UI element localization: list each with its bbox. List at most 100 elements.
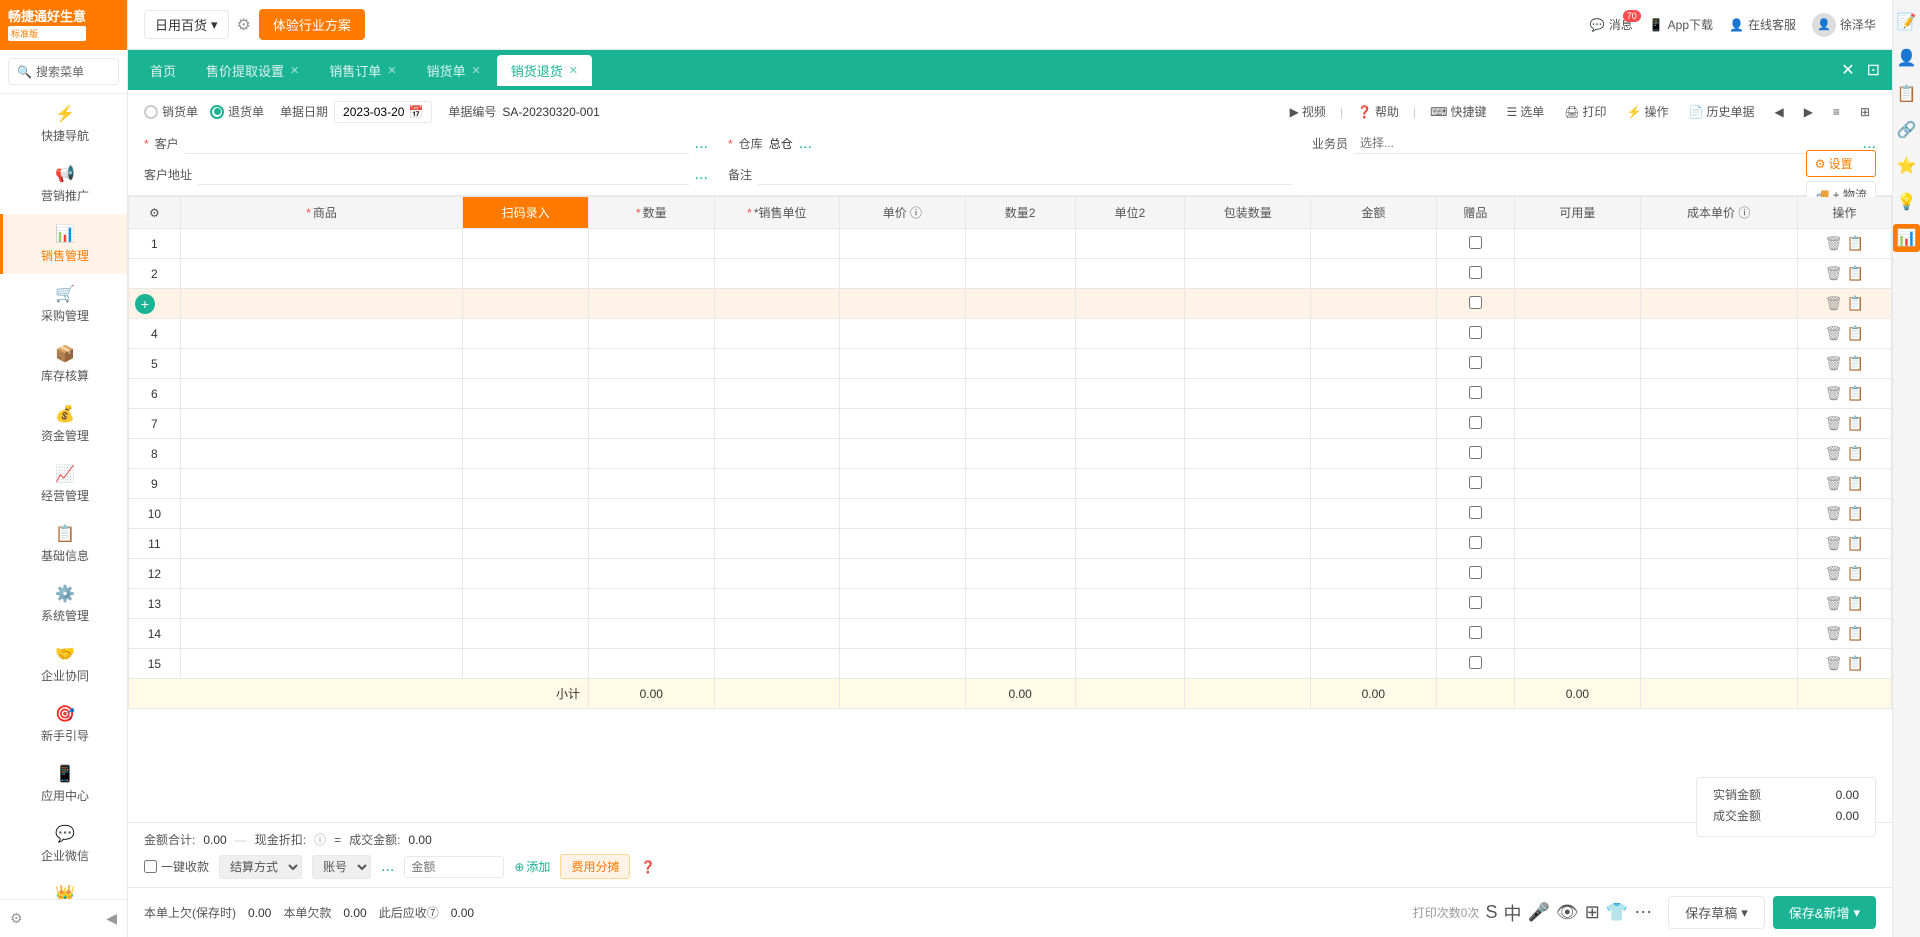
- gift-cell[interactable]: [1436, 559, 1514, 589]
- product-cell[interactable]: [180, 229, 463, 259]
- help-btn[interactable]: ❓ 帮助: [1351, 100, 1405, 123]
- qty2-cell[interactable]: [965, 379, 1075, 409]
- price-cell[interactable]: [840, 469, 966, 499]
- amount-cell[interactable]: [1311, 409, 1437, 439]
- delete-icon[interactable]: 🗑: [1825, 265, 1843, 282]
- pack-qty-cell[interactable]: [1185, 409, 1311, 439]
- sidebar-settings-button[interactable]: ⚙: [10, 910, 23, 927]
- pack-qty-cell[interactable]: [1185, 439, 1311, 469]
- pack-qty-cell[interactable]: [1185, 619, 1311, 649]
- industry-dropdown[interactable]: 日用百货 ▾: [144, 10, 229, 39]
- amount-cell[interactable]: [1311, 259, 1437, 289]
- delete-icon[interactable]: 🗑: [1825, 505, 1843, 522]
- copy-icon[interactable]: 📋: [1847, 565, 1864, 582]
- warehouse-picker-icon[interactable]: ...: [799, 135, 812, 153]
- qty2-cell[interactable]: [965, 229, 1075, 259]
- unit2-cell[interactable]: [1075, 409, 1185, 439]
- unit2-cell[interactable]: [1075, 589, 1185, 619]
- amount-cell[interactable]: [1311, 319, 1437, 349]
- delete-icon[interactable]: 🗑: [1825, 655, 1843, 672]
- gift-checkbox[interactable]: [1469, 566, 1482, 579]
- pack-qty-cell[interactable]: [1185, 319, 1311, 349]
- gift-checkbox[interactable]: [1469, 386, 1482, 399]
- tab-sales-order[interactable]: 销售订单 ✕: [315, 55, 410, 86]
- product-cell[interactable]: [180, 559, 463, 589]
- radio-sale[interactable]: 销货单: [144, 103, 198, 120]
- gift-checkbox[interactable]: [1469, 506, 1482, 519]
- qty-cell[interactable]: [588, 349, 714, 379]
- topbar-settings-icon[interactable]: ⚙: [237, 15, 251, 35]
- fee-help-icon[interactable]: ❓: [640, 860, 655, 874]
- date-picker[interactable]: 2023-03-20 📅: [334, 101, 432, 123]
- qty2-cell[interactable]: [965, 499, 1075, 529]
- copy-icon[interactable]: 📋: [1847, 235, 1864, 252]
- qty2-cell[interactable]: [965, 439, 1075, 469]
- copy-icon[interactable]: 📋: [1847, 295, 1864, 312]
- amount-cell[interactable]: [1311, 439, 1437, 469]
- product-cell[interactable]: [180, 439, 463, 469]
- unit-cell[interactable]: [714, 469, 840, 499]
- delete-icon[interactable]: 🗑: [1825, 475, 1843, 492]
- amount-cell[interactable]: [1311, 469, 1437, 499]
- qty-cell[interactable]: [588, 289, 714, 319]
- product-cell[interactable]: [180, 409, 463, 439]
- list-view-btn[interactable]: ≡: [1827, 102, 1846, 122]
- delete-icon[interactable]: 🗑: [1825, 355, 1843, 372]
- delete-icon[interactable]: 🗑: [1825, 235, 1843, 252]
- tab-sales-return-close-icon[interactable]: ✕: [569, 64, 578, 77]
- qty-cell[interactable]: [588, 649, 714, 679]
- price-cell[interactable]: [840, 589, 966, 619]
- tab-price-setting[interactable]: 售价提取设置 ✕: [192, 55, 313, 86]
- product-cell[interactable]: [180, 469, 463, 499]
- price-cell[interactable]: [840, 499, 966, 529]
- fee-split-button[interactable]: 费用分摊: [560, 854, 630, 879]
- unit2-cell[interactable]: [1075, 259, 1185, 289]
- copy-icon[interactable]: 📋: [1847, 385, 1864, 402]
- qty-cell[interactable]: [588, 469, 714, 499]
- amount-cell[interactable]: [1311, 349, 1437, 379]
- panel-icon-3[interactable]: 📋: [1893, 80, 1920, 108]
- gift-cell[interactable]: [1436, 619, 1514, 649]
- price-cell[interactable]: [840, 559, 966, 589]
- pack-qty-cell[interactable]: [1185, 589, 1311, 619]
- qty-cell[interactable]: [588, 529, 714, 559]
- one-pay-check[interactable]: [144, 860, 157, 873]
- qty-cell[interactable]: [588, 229, 714, 259]
- price-cell[interactable]: [840, 259, 966, 289]
- grid-icon[interactable]: ⊞: [1585, 902, 1600, 923]
- product-cell[interactable]: [180, 319, 463, 349]
- qty-cell[interactable]: [588, 409, 714, 439]
- search-menu-button[interactable]: 🔍 搜索菜单: [8, 58, 119, 85]
- tab-sales-return[interactable]: 销货退货 ✕: [497, 55, 592, 86]
- qty2-cell[interactable]: [965, 649, 1075, 679]
- product-cell[interactable]: [180, 259, 463, 289]
- unit-cell[interactable]: [714, 529, 840, 559]
- close-tab-button[interactable]: ✕: [1837, 58, 1858, 82]
- price-cell[interactable]: [840, 349, 966, 379]
- pack-qty-cell[interactable]: [1185, 499, 1311, 529]
- sidebar-item-system[interactable]: ⚙️ 系统管理: [0, 574, 127, 634]
- print-btn[interactable]: 🖨 打印: [1558, 100, 1612, 123]
- gift-cell[interactable]: [1436, 439, 1514, 469]
- amount-cell[interactable]: [1311, 529, 1437, 559]
- add-row-button[interactable]: +: [135, 294, 155, 314]
- price-cell[interactable]: [840, 289, 966, 319]
- qty2-cell[interactable]: [965, 589, 1075, 619]
- qty2-cell[interactable]: [965, 319, 1075, 349]
- delete-icon[interactable]: 🗑: [1825, 595, 1843, 612]
- delete-icon[interactable]: 🗑: [1825, 625, 1843, 642]
- qty2-cell[interactable]: [965, 619, 1075, 649]
- sidebar-item-sales[interactable]: 📊 销售管理: [0, 214, 127, 274]
- unit-cell[interactable]: [714, 259, 840, 289]
- gift-cell[interactable]: [1436, 409, 1514, 439]
- amount-cell[interactable]: [1311, 559, 1437, 589]
- unit2-cell[interactable]: [1075, 619, 1185, 649]
- pack-qty-cell[interactable]: [1185, 529, 1311, 559]
- sidebar-item-operations[interactable]: 📈 经营管理: [0, 454, 127, 514]
- maximize-tab-button[interactable]: ⊡: [1863, 58, 1884, 82]
- qty-cell[interactable]: [588, 319, 714, 349]
- copy-icon[interactable]: 📋: [1847, 475, 1864, 492]
- sidebar-item-purchase[interactable]: 🛒 采购管理: [0, 274, 127, 334]
- unit-cell[interactable]: [714, 319, 840, 349]
- product-cell[interactable]: [180, 379, 463, 409]
